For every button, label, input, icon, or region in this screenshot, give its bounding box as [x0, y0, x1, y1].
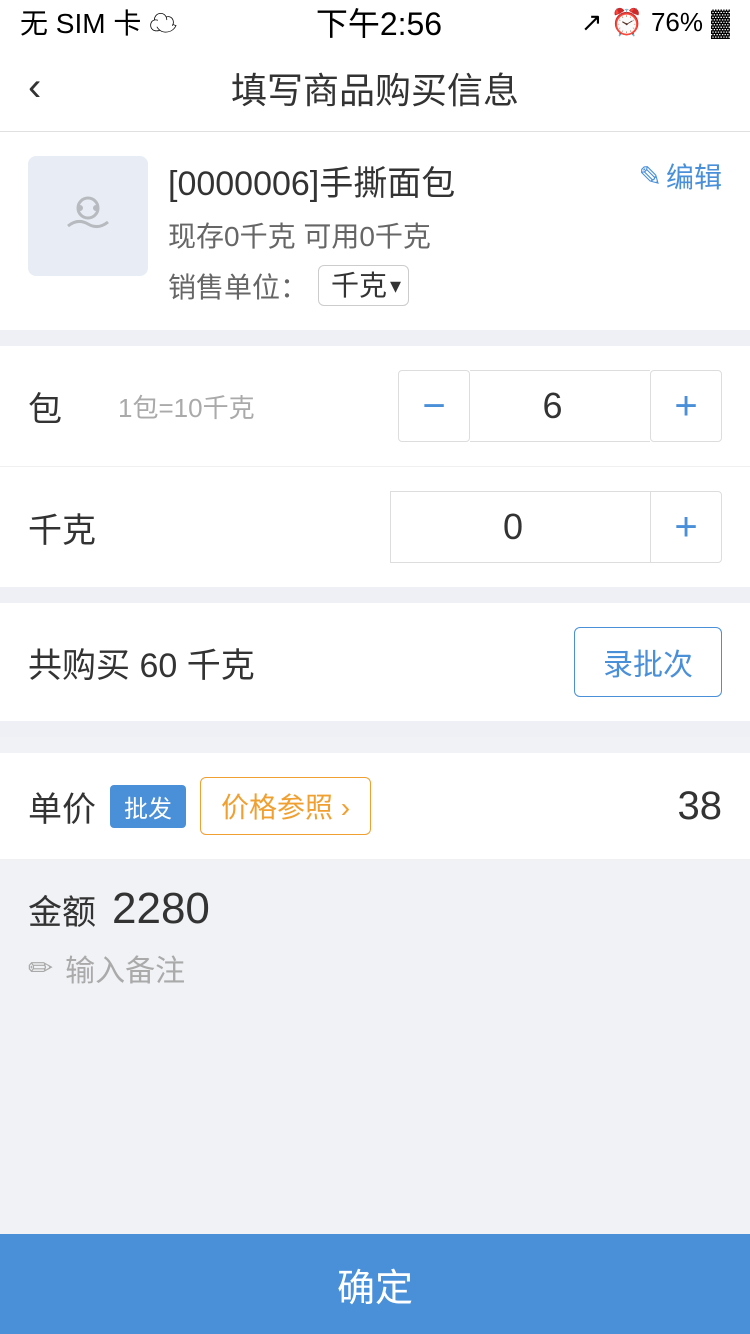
amount-section: 金额 2280 ✏ 输入备注: [0, 860, 750, 1006]
back-button[interactable]: ‹: [28, 65, 41, 110]
amount-value: 2280: [112, 884, 210, 934]
price-value: 38: [678, 784, 723, 829]
price-ref-button[interactable]: 价格参照 ›: [200, 777, 371, 835]
product-card: [0000006]手撕面包 ✎ 编辑 现存0千克 可用0千克 销售单位： 千克 …: [0, 132, 750, 330]
input-section: 包 1包=10千克 − + 千克 +: [0, 346, 750, 587]
product-info: [0000006]手撕面包 ✎ 编辑 现存0千克 可用0千克 销售单位： 千克 …: [168, 156, 722, 306]
status-bar-right: ↗ ⏰ 76% ▓: [581, 7, 730, 38]
bao-label: 包: [28, 382, 108, 431]
nav-bar: ‹ 填写商品购买信息: [0, 44, 750, 132]
unit-selector[interactable]: 千克 包: [308, 265, 409, 306]
product-unit-row: 销售单位： 千克 包: [168, 265, 722, 306]
status-bar-left: 无 SIM 卡 ☁: [20, 2, 177, 42]
battery-text: 76%: [651, 7, 703, 38]
note-icon: ✏: [28, 951, 53, 986]
total-section: 共购买 60 千克 录批次: [0, 603, 750, 721]
bao-input-row: 包 1包=10千克 − +: [0, 346, 750, 467]
bao-controls: − +: [398, 370, 722, 442]
bao-decrement-button[interactable]: −: [398, 370, 470, 442]
status-bar-time: 下午2:56: [316, 0, 442, 45]
edit-label: 编辑: [666, 156, 722, 196]
sim-status: 无 SIM 卡 ☁: [20, 2, 177, 42]
unit-label: 销售单位：: [168, 266, 308, 306]
kilo-input[interactable]: [390, 491, 650, 563]
kilo-label: 千克: [28, 503, 390, 552]
page-title: 填写商品购买信息: [231, 62, 519, 114]
product-stock: 现存0千克 可用0千克: [168, 215, 722, 255]
price-label: 单价: [28, 782, 96, 831]
amount-label: 金额: [28, 885, 96, 934]
status-bar: 无 SIM 卡 ☁ 下午2:56 ↗ ⏰ 76% ▓: [0, 0, 750, 44]
bao-input[interactable]: [470, 370, 650, 442]
total-text: 共购买 60 千克: [28, 638, 255, 687]
batch-button[interactable]: 录批次: [574, 627, 722, 697]
divider-1: [0, 330, 750, 346]
amount-row: 金额 2280: [28, 884, 722, 934]
divider-2: [0, 587, 750, 603]
location-icon: ↗: [581, 7, 603, 38]
product-image: [28, 156, 148, 276]
kilo-controls: +: [390, 491, 722, 563]
price-tag: 批发: [110, 785, 186, 828]
note-row[interactable]: ✏ 输入备注: [28, 946, 722, 990]
battery-icon: ▓: [711, 7, 730, 38]
edit-icon: ✎: [639, 160, 662, 193]
divider-3: [0, 721, 750, 737]
bao-increment-button[interactable]: +: [650, 370, 722, 442]
edit-button[interactable]: ✎ 编辑: [639, 156, 722, 196]
product-name: [0000006]手撕面包: [168, 156, 455, 205]
kilo-input-row: 千克 +: [0, 467, 750, 587]
unit-select[interactable]: 千克 包: [318, 265, 409, 306]
price-left: 单价 批发 价格参照 ›: [28, 777, 371, 835]
note-placeholder: 输入备注: [65, 946, 185, 990]
confirm-button[interactable]: 确定: [0, 1234, 750, 1334]
alarm-icon: ⏰: [611, 7, 643, 38]
bao-hint: 1包=10千克: [118, 388, 398, 425]
kilo-increment-button[interactable]: +: [650, 491, 722, 563]
price-section: 单价 批发 价格参照 › 38: [0, 753, 750, 860]
